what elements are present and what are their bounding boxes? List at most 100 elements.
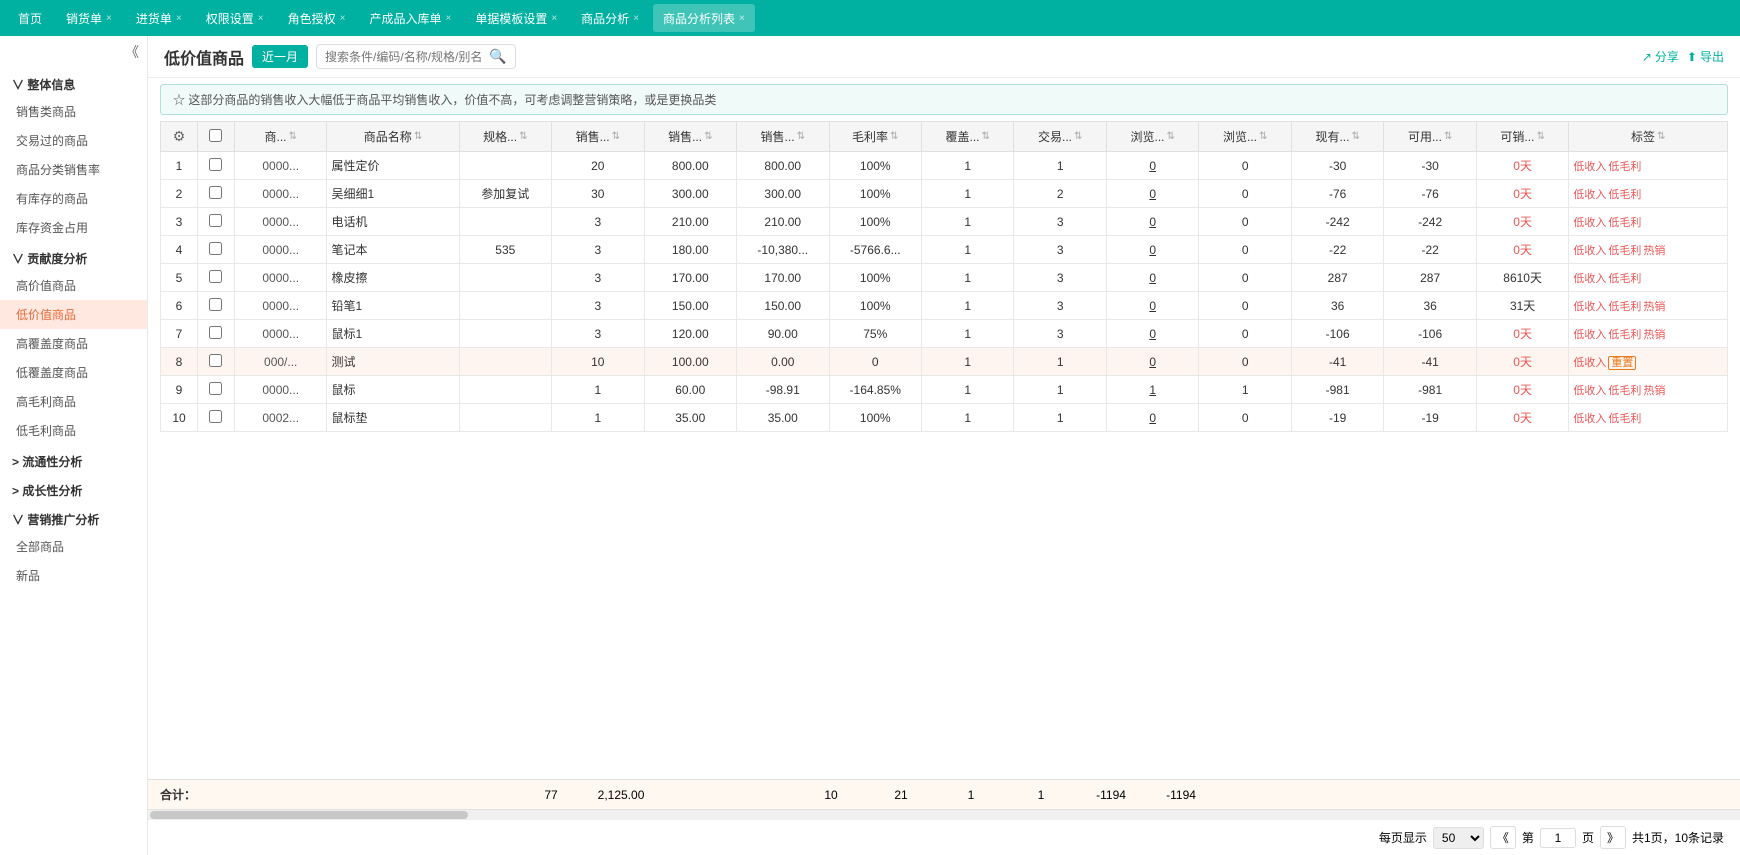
sidebar-item-low-margin[interactable]: 低毛利商品 — [0, 416, 147, 445]
th-spec[interactable]: 规格...⇅ — [459, 122, 551, 152]
close-icon[interactable]: × — [106, 13, 112, 24]
page-number-input[interactable] — [1540, 828, 1576, 848]
views-link[interactable]: 0 — [1149, 355, 1156, 369]
close-icon[interactable]: × — [551, 13, 557, 24]
th-available-stock[interactable]: 可用...⇅ — [1384, 122, 1476, 152]
close-icon[interactable]: × — [739, 13, 745, 24]
close-icon[interactable]: × — [258, 13, 264, 24]
scroll-bar[interactable] — [148, 809, 1740, 819]
nav-home[interactable]: 首页 — [8, 4, 52, 32]
period-button[interactable]: 近一月 — [252, 45, 308, 68]
row-checkbox[interactable] — [209, 158, 222, 171]
th-gross-margin[interactable]: 毛利率⇅ — [829, 122, 921, 152]
cell-check[interactable] — [197, 292, 234, 320]
cell-views1[interactable]: 0 — [1106, 292, 1198, 320]
nav-template-settings[interactable]: 单据模板设置 × — [465, 4, 567, 32]
sidebar-item-stocked-products[interactable]: 有库存的商品 — [0, 184, 147, 213]
sidebar-item-high-coverage[interactable]: 高覆盖度商品 — [0, 329, 147, 358]
row-checkbox[interactable] — [209, 354, 222, 367]
row-checkbox[interactable] — [209, 270, 222, 283]
select-all-checkbox[interactable] — [209, 129, 222, 142]
nav-finished-goods[interactable]: 产成品入库单 × — [359, 4, 461, 32]
search-icon[interactable]: 🔍 — [489, 48, 506, 65]
gear-icon[interactable]: ⚙ — [173, 128, 186, 144]
close-icon[interactable]: × — [633, 13, 639, 24]
sidebar-item-category-rate[interactable]: 商品分类销售率 — [0, 155, 147, 184]
th-sales-amount[interactable]: 销售...⇅ — [737, 122, 829, 152]
table-container[interactable]: ⚙ 商...⇅ 商品名称⇅ 规格...⇅ — [148, 121, 1740, 779]
sidebar-item-inventory-capital[interactable]: 库存资金占用 — [0, 213, 147, 242]
sidebar-item-high-margin[interactable]: 高毛利商品 — [0, 387, 147, 416]
cell-views1[interactable]: 0 — [1106, 152, 1198, 180]
th-transaction[interactable]: 交易...⇅ — [1014, 122, 1106, 152]
views-link[interactable]: 0 — [1149, 327, 1156, 341]
nav-roles[interactable]: 角色授权 × — [278, 4, 356, 32]
scroll-thumb[interactable] — [150, 811, 468, 819]
sidebar-group-marketing[interactable]: ∨ 营销推广分析 — [0, 503, 147, 532]
cell-check[interactable] — [197, 180, 234, 208]
th-sellable[interactable]: 可销...⇅ — [1476, 122, 1568, 152]
cell-check[interactable] — [197, 320, 234, 348]
row-checkbox[interactable] — [209, 186, 222, 199]
cell-views1[interactable]: 0 — [1106, 404, 1198, 432]
row-checkbox[interactable] — [209, 242, 222, 255]
th-sales-qty[interactable]: 销售...⇅ — [552, 122, 644, 152]
share-button[interactable]: ↗ 分享 — [1642, 48, 1679, 65]
close-icon[interactable]: × — [176, 13, 182, 24]
th-tags[interactable]: 标签⇅ — [1569, 122, 1728, 152]
nav-product-analysis-list[interactable]: 商品分析列表 × — [653, 4, 755, 32]
sidebar-item-low-value[interactable]: 低价值商品 — [0, 300, 147, 329]
views-link[interactable]: 0 — [1149, 411, 1156, 425]
sidebar-item-low-coverage[interactable]: 低覆盖度商品 — [0, 358, 147, 387]
th-checkbox[interactable] — [197, 122, 234, 152]
nav-product-analysis[interactable]: 商品分析 × — [571, 4, 649, 32]
cell-views1[interactable]: 0 — [1106, 180, 1198, 208]
cell-views1[interactable]: 0 — [1106, 264, 1198, 292]
sidebar-item-sales-products[interactable]: 销售类商品 — [0, 97, 147, 126]
sidebar-group-circulation[interactable]: > 流通性分析 — [0, 445, 147, 474]
search-box[interactable]: 🔍 — [316, 44, 516, 69]
page-size-select[interactable]: 50 100 — [1433, 827, 1484, 849]
th-views1[interactable]: 浏览...⇅ — [1106, 122, 1198, 152]
row-checkbox[interactable] — [209, 410, 222, 423]
th-current-stock[interactable]: 现有...⇅ — [1291, 122, 1383, 152]
close-icon[interactable]: × — [340, 13, 346, 24]
th-gear[interactable]: ⚙ — [161, 122, 198, 152]
sidebar-group-contribution[interactable]: ∨ 贡献度分析 — [0, 242, 147, 271]
views-link[interactable]: 0 — [1149, 187, 1156, 201]
views-link[interactable]: 0 — [1149, 243, 1156, 257]
cell-views1[interactable]: 0 — [1106, 236, 1198, 264]
cell-views1[interactable]: 0 — [1106, 208, 1198, 236]
th-name[interactable]: 商品名称⇅ — [327, 122, 459, 152]
sidebar-item-high-value[interactable]: 高价值商品 — [0, 271, 147, 300]
sidebar-group-overall[interactable]: ∨ 整体信息 — [0, 68, 147, 97]
nav-purchase-order[interactable]: 进货单 × — [126, 4, 192, 32]
cell-check[interactable] — [197, 264, 234, 292]
cell-check[interactable] — [197, 208, 234, 236]
nav-permissions[interactable]: 权限设置 × — [196, 4, 274, 32]
nav-sales-order[interactable]: 销货单 × — [56, 4, 122, 32]
cell-views1[interactable]: 0 — [1106, 320, 1198, 348]
th-views2[interactable]: 浏览...⇅ — [1199, 122, 1291, 152]
sidebar-item-all-products[interactable]: 全部商品 — [0, 532, 147, 561]
row-checkbox[interactable] — [209, 298, 222, 311]
cell-check[interactable] — [197, 348, 234, 376]
sidebar-item-traded-products[interactable]: 交易过的商品 — [0, 126, 147, 155]
sidebar-item-new-products[interactable]: 新品 — [0, 561, 147, 590]
cell-views1[interactable]: 0 — [1106, 348, 1198, 376]
close-icon[interactable]: × — [445, 13, 451, 24]
sidebar-group-growth[interactable]: > 成长性分析 — [0, 474, 147, 503]
th-code[interactable]: 商...⇅ — [234, 122, 326, 152]
sidebar-collapse-button[interactable]: 《 — [125, 42, 139, 62]
cell-check[interactable] — [197, 236, 234, 264]
cell-check[interactable] — [197, 376, 234, 404]
row-checkbox[interactable] — [209, 382, 222, 395]
views-link[interactable]: 1 — [1149, 383, 1156, 397]
cell-views1[interactable]: 1 — [1106, 376, 1198, 404]
cell-check[interactable] — [197, 152, 234, 180]
views-link[interactable]: 0 — [1149, 299, 1156, 313]
cell-check[interactable] — [197, 404, 234, 432]
th-coverage[interactable]: 覆盖...⇅ — [921, 122, 1013, 152]
row-checkbox[interactable] — [209, 326, 222, 339]
prev-page-button[interactable]: 《 — [1490, 826, 1516, 849]
